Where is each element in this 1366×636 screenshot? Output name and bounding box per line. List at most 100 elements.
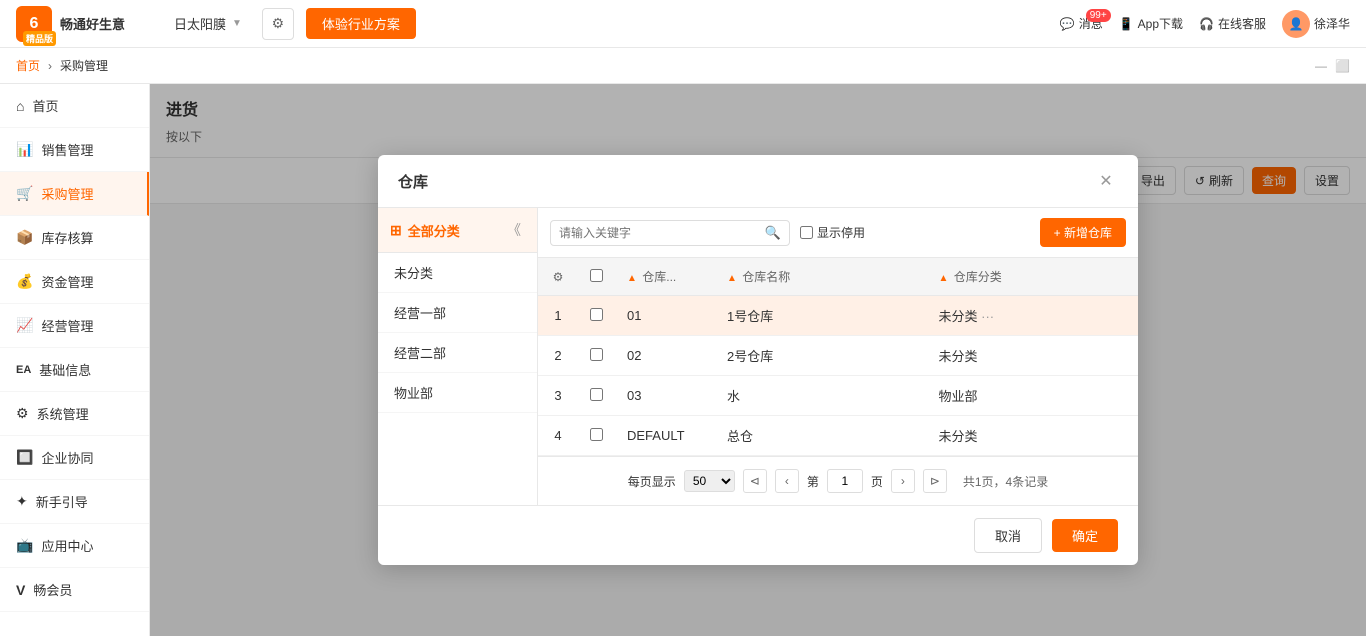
inventory-icon: 📦	[16, 229, 33, 246]
modal-footer: 取消 确定	[378, 505, 1138, 565]
confirm-button[interactable]: 确定	[1052, 519, 1118, 552]
category-panel: ⊞ 全部分类 《 未分类 经营一部 经营二部 物业部	[378, 208, 538, 505]
trial-button[interactable]: 体验行业方案	[306, 8, 416, 39]
online-service-item[interactable]: 🎧 在线客服	[1199, 15, 1266, 32]
sidebar-item-purchase[interactable]: 🛒 采购管理	[0, 172, 149, 216]
show-disabled-checkbox[interactable]	[800, 226, 813, 239]
warehouse-table: ⚙ ▲ 仓库...	[538, 258, 1138, 456]
row-checkbox[interactable]	[590, 308, 603, 321]
table-panel: 🔍 显示停用 + 新增仓库	[538, 208, 1138, 505]
search-input[interactable]	[559, 226, 765, 240]
category-title: ⊞ 全部分类	[390, 221, 460, 240]
content-area: 进货 按以下 🖨 印 ↑ 导出 ↺ 刷新 查询 设置	[150, 84, 1366, 636]
breadcrumb-current: 采购管理	[60, 57, 108, 74]
grid-icon: ⊞	[390, 222, 402, 239]
sales-icon: 📊	[16, 141, 33, 158]
per-page-select[interactable]: 50 20 100	[684, 470, 735, 492]
app-icon: 📱	[1119, 17, 1134, 31]
sidebar-item-system[interactable]: ⚙ 系统管理	[0, 392, 149, 436]
breadcrumb-home[interactable]: 首页	[16, 57, 40, 74]
sort-icon-3: ▲	[939, 273, 949, 284]
warehouse-category: 物业部	[927, 376, 1139, 416]
user-item[interactable]: 👤 徐泽华	[1282, 10, 1350, 38]
select-all-checkbox[interactable]	[590, 269, 603, 282]
modal-close-button[interactable]: ✕	[1094, 169, 1118, 193]
sidebar-item-appcenter[interactable]: 📺 应用中心	[0, 524, 149, 568]
basic-icon: EA	[16, 364, 31, 376]
sort-icon-2: ▲	[727, 273, 737, 284]
settings-button[interactable]: ⚙	[262, 8, 294, 40]
show-disabled-checkbox-label[interactable]: 显示停用	[800, 224, 865, 241]
prev-page-button[interactable]: ‹	[775, 469, 799, 493]
table-header-row: ⚙ ▲ 仓库...	[538, 258, 1138, 296]
category-item-dept2[interactable]: 经营二部	[378, 333, 537, 373]
cancel-button[interactable]: 取消	[974, 518, 1042, 553]
total-label: 共1页，4条记录	[963, 473, 1048, 490]
message-badge: 99+	[1086, 9, 1111, 22]
page-number-input[interactable]: 1	[827, 469, 863, 493]
logo-area: 6 精品版 畅通好生意	[16, 6, 166, 42]
row-checkbox[interactable]	[590, 388, 603, 401]
breadcrumb-separator: ›	[48, 59, 52, 73]
row-num: 1	[538, 296, 578, 336]
page-suffix: 页	[871, 473, 883, 490]
sort-icon: ▲	[627, 273, 637, 284]
modal-body: ⊞ 全部分类 《 未分类 经营一部 经营二部 物业部	[378, 208, 1138, 505]
message-item[interactable]: 💬 消息 99+	[1060, 15, 1103, 32]
category-header: ⊞ 全部分类 《	[378, 208, 537, 253]
company-selector[interactable]: 日太阳膜 ▼	[166, 10, 250, 37]
message-icon: 💬	[1060, 17, 1075, 31]
warehouse-code: DEFAULT	[615, 416, 715, 456]
modal-overlay: 仓库 ✕ ⊞ 全部分类 《 未分类	[150, 84, 1366, 636]
top-header: 6 精品版 畅通好生意 日太阳膜 ▼ ⚙ 体验行业方案 💬 消息 99+ 📱 A…	[0, 0, 1366, 48]
sidebar-item-sales[interactable]: 📊 销售管理	[0, 128, 149, 172]
settings-col-icon: ⚙	[553, 270, 564, 284]
first-page-button[interactable]: ⊲	[743, 469, 767, 493]
sidebar-item-operation[interactable]: 📈 经营管理	[0, 304, 149, 348]
row-num: 2	[538, 336, 578, 376]
system-icon: ⚙	[16, 405, 29, 422]
row-num: 4	[538, 416, 578, 456]
sidebar-item-member[interactable]: V 畅会员	[0, 568, 149, 612]
category-item-unclassified[interactable]: 未分类	[378, 253, 537, 293]
warehouse-category: 未分类	[927, 336, 1139, 376]
pagination: 每页显示 50 20 100 ⊲ ‹ 第 1 页 ›	[538, 456, 1138, 505]
warehouse-code: 01	[615, 296, 715, 336]
row-num: 3	[538, 376, 578, 416]
table-row[interactable]: 2 02 2号仓库 未分类	[538, 336, 1138, 376]
main-layout: ⌂ 首页 📊 销售管理 🛒 采购管理 📦 库存核算 💰 资金管理 📈 经营管理 …	[0, 84, 1366, 636]
minimize-button[interactable]: —	[1315, 59, 1327, 73]
finance-icon: 💰	[16, 273, 33, 290]
table-row[interactable]: 1 01 1号仓库 未分类 ···	[538, 296, 1138, 336]
sidebar-item-guide[interactable]: ✦ 新手引导	[0, 480, 149, 524]
row-checkbox[interactable]	[590, 428, 603, 441]
guide-icon: ✦	[16, 493, 28, 510]
page-label: 第	[807, 473, 819, 490]
app-download-item[interactable]: 📱 App下载	[1119, 15, 1183, 32]
row-checkbox[interactable]	[590, 348, 603, 361]
search-input-wrap: 🔍	[550, 220, 790, 246]
collapse-button[interactable]: 《	[503, 218, 525, 242]
headset-icon: 🎧	[1199, 17, 1214, 31]
company-chevron-icon: ▼	[232, 18, 242, 29]
next-page-button[interactable]: ›	[891, 469, 915, 493]
last-page-button[interactable]: ⊳	[923, 469, 947, 493]
table-row[interactable]: 4 DEFAULT 总仓 未分类	[538, 416, 1138, 456]
sidebar-item-inventory[interactable]: 📦 库存核算	[0, 216, 149, 260]
header-right: 💬 消息 99+ 📱 App下载 🎧 在线客服 👤 徐泽华	[1060, 10, 1350, 38]
sidebar-item-home[interactable]: ⌂ 首页	[0, 84, 149, 128]
modal-title: 仓库	[398, 171, 428, 192]
operation-icon: 📈	[16, 317, 33, 334]
table-row[interactable]: 3 03 水 物业部	[538, 376, 1138, 416]
per-page-label: 每页显示	[628, 473, 676, 490]
row-actions[interactable]: ···	[981, 309, 994, 324]
sidebar-item-finance[interactable]: 💰 资金管理	[0, 260, 149, 304]
category-item-dept1[interactable]: 经营一部	[378, 293, 537, 333]
avatar: 👤	[1282, 10, 1310, 38]
appcenter-icon: 📺	[16, 537, 33, 554]
sidebar-item-basic[interactable]: EA 基础信息	[0, 348, 149, 392]
add-warehouse-button[interactable]: + 新增仓库	[1040, 218, 1126, 247]
sidebar-item-enterprise[interactable]: 🔲 企业协同	[0, 436, 149, 480]
category-item-property[interactable]: 物业部	[378, 373, 537, 413]
maximize-button[interactable]: ⬜	[1335, 59, 1350, 73]
